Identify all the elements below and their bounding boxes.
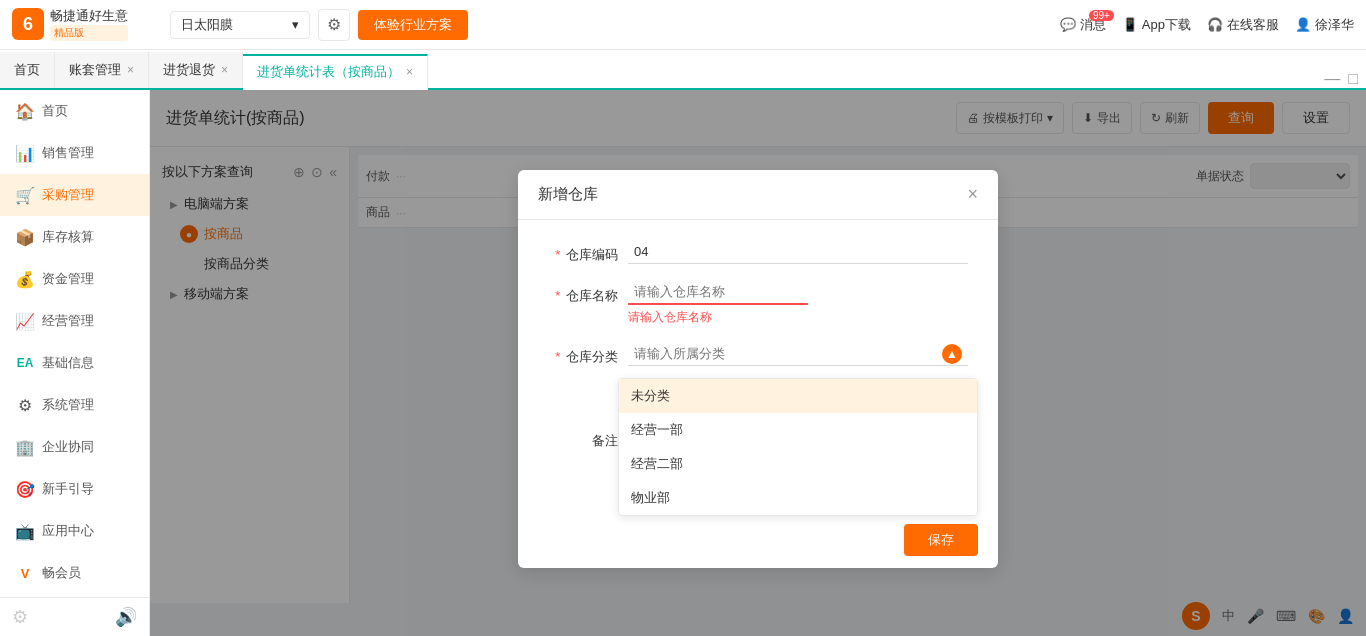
app-badge: 精品版 [50, 25, 128, 41]
app-center-icon: 📺 [16, 522, 34, 540]
code-row: * 仓库编码 [548, 240, 968, 264]
sidebar-item-home[interactable]: 🏠 首页 [0, 90, 149, 132]
main-layout: 🏠 首页 📊 销售管理 🛒 采购管理 📦 库存核算 💰 资金管理 📈 经营管理 … [0, 90, 1366, 636]
sidebar-item-purchase[interactable]: 🛒 采购管理 [0, 174, 149, 216]
volume-icon[interactable]: 🔊 [115, 606, 137, 628]
logo-icon: 6 [12, 8, 44, 40]
sidebar-item-basic-info[interactable]: EA 基础信息 [0, 342, 149, 384]
tab-close-purchase-return[interactable]: × [221, 63, 228, 77]
message-icon: 💬 [1060, 17, 1076, 32]
member-icon: V [16, 564, 34, 582]
sidebar-item-operations[interactable]: 📈 经营管理 [0, 300, 149, 342]
ea-icon: EA [16, 354, 34, 372]
modal-title: 新增仓库 [538, 185, 598, 204]
sidebar-item-finance[interactable]: 💰 资金管理 [0, 258, 149, 300]
app-name: 畅捷通好生意 [50, 8, 128, 25]
sidebar: 🏠 首页 📊 销售管理 🛒 采购管理 📦 库存核算 💰 资金管理 📈 经营管理 … [0, 90, 150, 636]
user-profile[interactable]: 👤 徐泽华 [1295, 16, 1354, 34]
enterprise-icon: 🏢 [16, 438, 34, 456]
tab-purchase-return[interactable]: 进货退货 × [149, 52, 243, 88]
category-dropdown: 未分类 经营一部 经营二部 物业部 [618, 378, 978, 516]
dropdown-item-dept1[interactable]: 经营一部 [619, 413, 977, 447]
sidebar-item-app-center[interactable]: 📺 应用中心 [0, 510, 149, 552]
name-row: * 仓库名称 请输入仓库名称 [548, 280, 968, 326]
message-button[interactable]: 💬 消息 99+ [1060, 16, 1106, 34]
tab-maximize-icon[interactable]: □ [1348, 70, 1358, 88]
save-button[interactable]: 保存 [904, 524, 978, 556]
dropdown-item-uncategorized[interactable]: 未分类 [619, 379, 977, 413]
service-button[interactable]: 🎧 在线客服 [1207, 16, 1279, 34]
store-selector[interactable]: 日太阳膜 ▾ [170, 11, 310, 39]
tab-purchase-stats[interactable]: 进货单统计表（按商品） × [243, 54, 428, 90]
system-icon: ⚙ [16, 396, 34, 414]
sidebar-item-guide[interactable]: 🎯 新手引导 [0, 468, 149, 510]
content-area: 进货单统计(按商品) 🖨 按模板打印 ▾ ⬇ 导出 ↻ 刷新 查询 设置 [150, 90, 1366, 636]
sidebar-item-enterprise[interactable]: 🏢 企业协同 [0, 426, 149, 468]
tab-bar: 首页 账套管理 × 进货退货 × 进货单统计表（按商品） × — □ [0, 50, 1366, 90]
name-error-msg: 请输入仓库名称 [628, 310, 712, 324]
sidebar-item-system[interactable]: ⚙ 系统管理 [0, 384, 149, 426]
sales-icon: 📊 [16, 144, 34, 162]
home-icon: 🏠 [16, 102, 34, 120]
tab-close-account[interactable]: × [127, 63, 134, 77]
finance-icon: 💰 [16, 270, 34, 288]
headset-icon: 🎧 [1207, 17, 1223, 32]
download-icon: 📱 [1122, 17, 1138, 32]
top-header: 6 畅捷通好生意 精品版 日太阳膜 ▾ ⚙ 体验行业方案 💬 消息 99+ 📱 … [0, 0, 1366, 50]
category-input[interactable] [628, 342, 968, 366]
message-badge: 99+ [1089, 10, 1114, 21]
tab-minimize-icon[interactable]: — [1324, 70, 1340, 88]
settings-bottom-icon[interactable]: ⚙ [12, 606, 28, 628]
name-input[interactable] [628, 280, 808, 305]
chevron-down-icon: ▾ [292, 17, 299, 32]
inventory-icon: 📦 [16, 228, 34, 246]
sidebar-item-inventory[interactable]: 📦 库存核算 [0, 216, 149, 258]
modal-close-button[interactable]: × [967, 184, 978, 205]
modal-overlay: 新增仓库 × * 仓库编码 [150, 90, 1366, 636]
tab-account[interactable]: 账套管理 × [55, 52, 149, 88]
logo-area: 6 畅捷通好生意 精品版 [12, 8, 162, 41]
category-row: * 仓库分类 ▲ 未分类 经营一部 经营二部 物业部 [548, 342, 968, 366]
purchase-icon: 🛒 [16, 186, 34, 204]
tab-home[interactable]: 首页 [0, 52, 55, 88]
code-input[interactable] [628, 240, 968, 264]
dropdown-item-dept2[interactable]: 经营二部 [619, 447, 977, 481]
sidebar-item-member[interactable]: V 畅会员 [0, 552, 149, 594]
guide-icon: 🎯 [16, 480, 34, 498]
app-download-button[interactable]: 📱 App下载 [1122, 16, 1191, 34]
new-warehouse-modal: 新增仓库 × * 仓库编码 [518, 170, 998, 568]
category-dropdown-toggle[interactable]: ▲ [942, 344, 962, 364]
trial-button[interactable]: 体验行业方案 [358, 10, 468, 40]
settings-button[interactable]: ⚙ [318, 9, 350, 41]
operations-icon: 📈 [16, 312, 34, 330]
tab-close-purchase-stats[interactable]: × [406, 65, 413, 79]
user-icon: 👤 [1295, 17, 1311, 32]
sidebar-item-sales[interactable]: 📊 销售管理 [0, 132, 149, 174]
dropdown-item-dept3[interactable]: 物业部 [619, 481, 977, 515]
